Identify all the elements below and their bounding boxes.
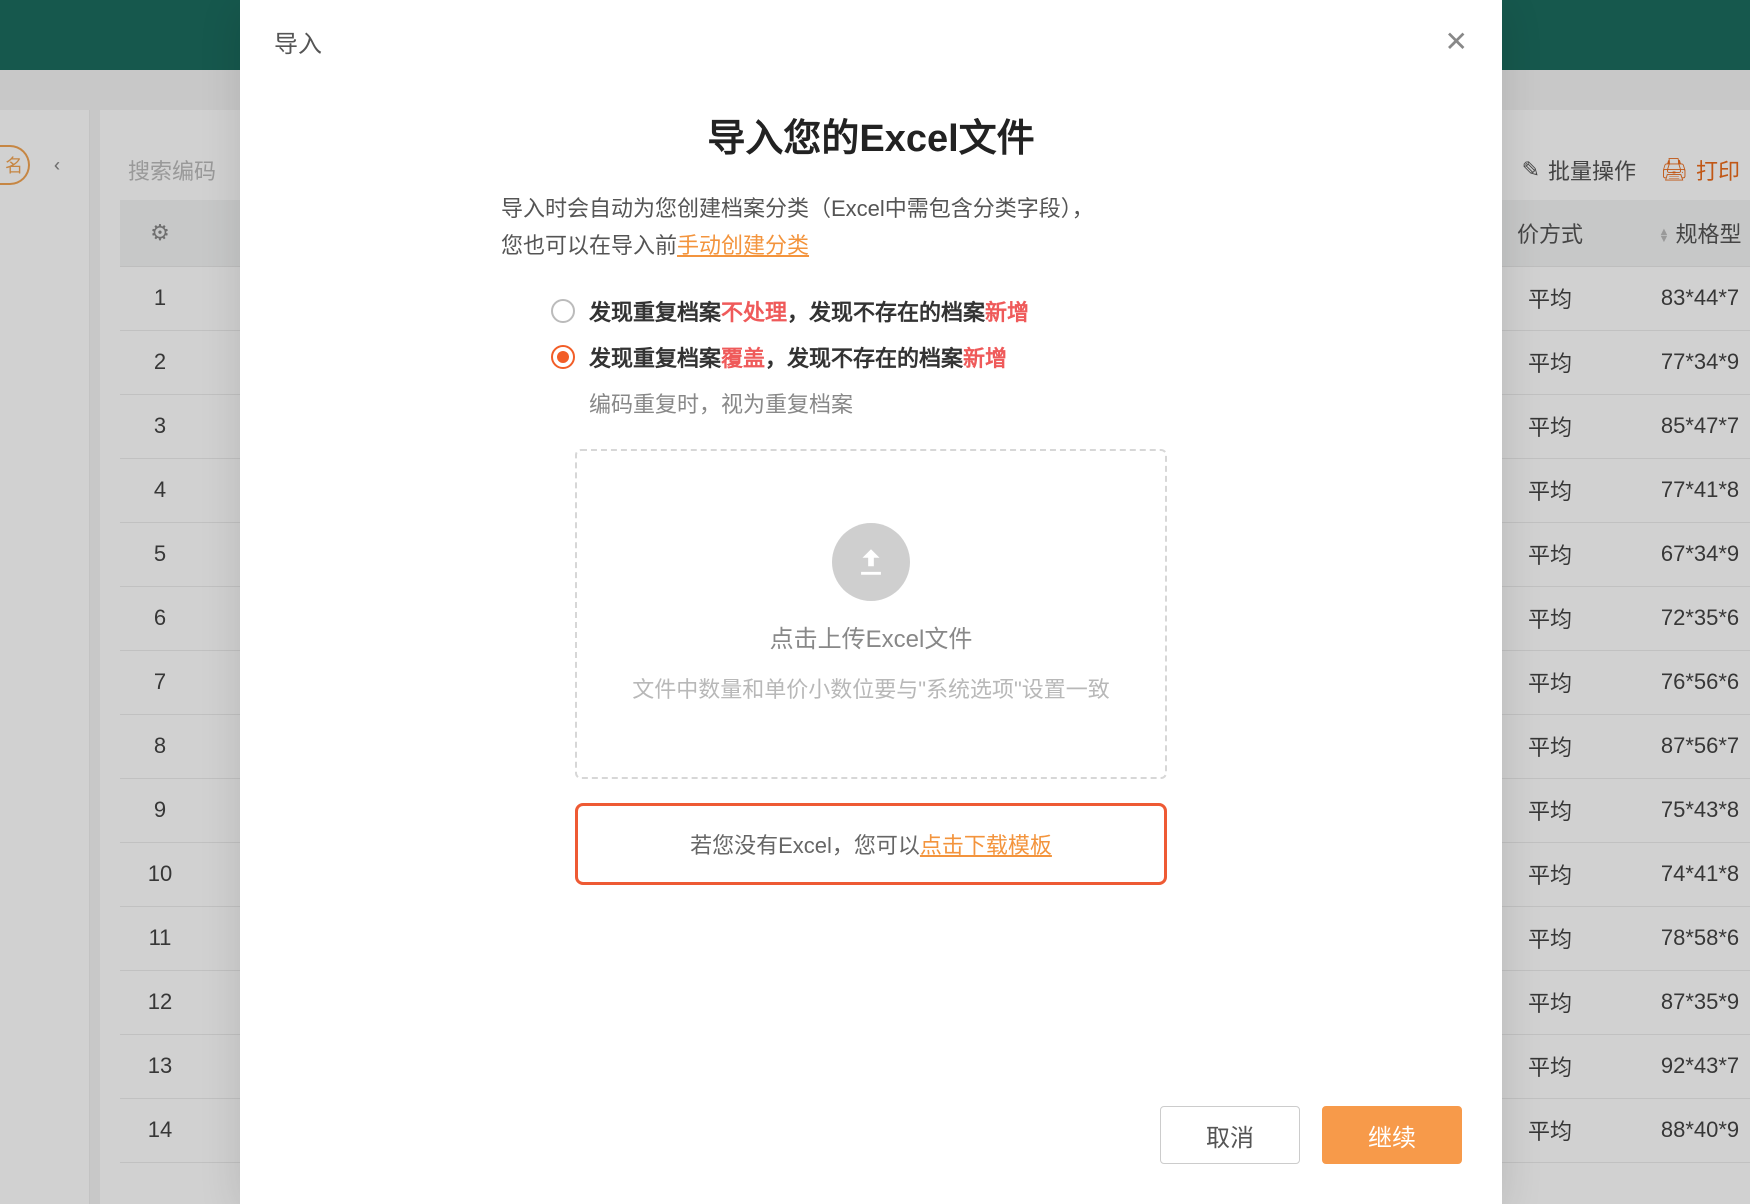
close-icon[interactable]: ✕ bbox=[1445, 28, 1468, 56]
upload-dropzone[interactable]: 点击上传Excel文件 文件中数量和单价小数位要与"系统选项"设置一致 bbox=[575, 449, 1167, 779]
option-hint: 编码重复时，视为重复档案 bbox=[551, 387, 1191, 419]
modal-header: 导入 ✕ bbox=[240, 0, 1502, 77]
upload-icon bbox=[832, 523, 910, 601]
radio-checked-icon bbox=[551, 345, 575, 369]
option-skip[interactable]: 发现重复档案不处理，发现不存在的档案新增 bbox=[551, 295, 1191, 327]
download-template-link[interactable]: 点击下载模板 bbox=[920, 833, 1052, 858]
continue-button[interactable]: 继续 bbox=[1322, 1106, 1462, 1164]
radio-unchecked-icon bbox=[551, 299, 575, 323]
option-overwrite[interactable]: 发现重复档案覆盖，发现不存在的档案新增 bbox=[551, 341, 1191, 373]
template-callout: 若您没有Excel，您可以点击下载模板 bbox=[575, 803, 1167, 885]
modal-title: 导入 bbox=[274, 24, 322, 59]
modal-description: 导入时会自动为您创建档案分类（Excel中需包含分类字段）， 您也可以在导入前手… bbox=[501, 190, 1241, 265]
upload-title: 点击上传Excel文件 bbox=[770, 619, 973, 654]
modal-footer: 取消 继续 bbox=[1160, 1106, 1462, 1164]
modal-heading: 导入您的Excel文件 bbox=[300, 107, 1442, 162]
upload-hint: 文件中数量和单价小数位要与"系统选项"设置一致 bbox=[632, 672, 1110, 704]
duplicate-options: 发现重复档案不处理，发现不存在的档案新增 发现重复档案覆盖，发现不存在的档案新增… bbox=[551, 295, 1191, 419]
manual-category-link[interactable]: 手动创建分类 bbox=[677, 233, 809, 258]
cancel-button[interactable]: 取消 bbox=[1160, 1106, 1300, 1164]
import-modal: 导入 ✕ 导入您的Excel文件 导入时会自动为您创建档案分类（Excel中需包… bbox=[240, 0, 1502, 1204]
